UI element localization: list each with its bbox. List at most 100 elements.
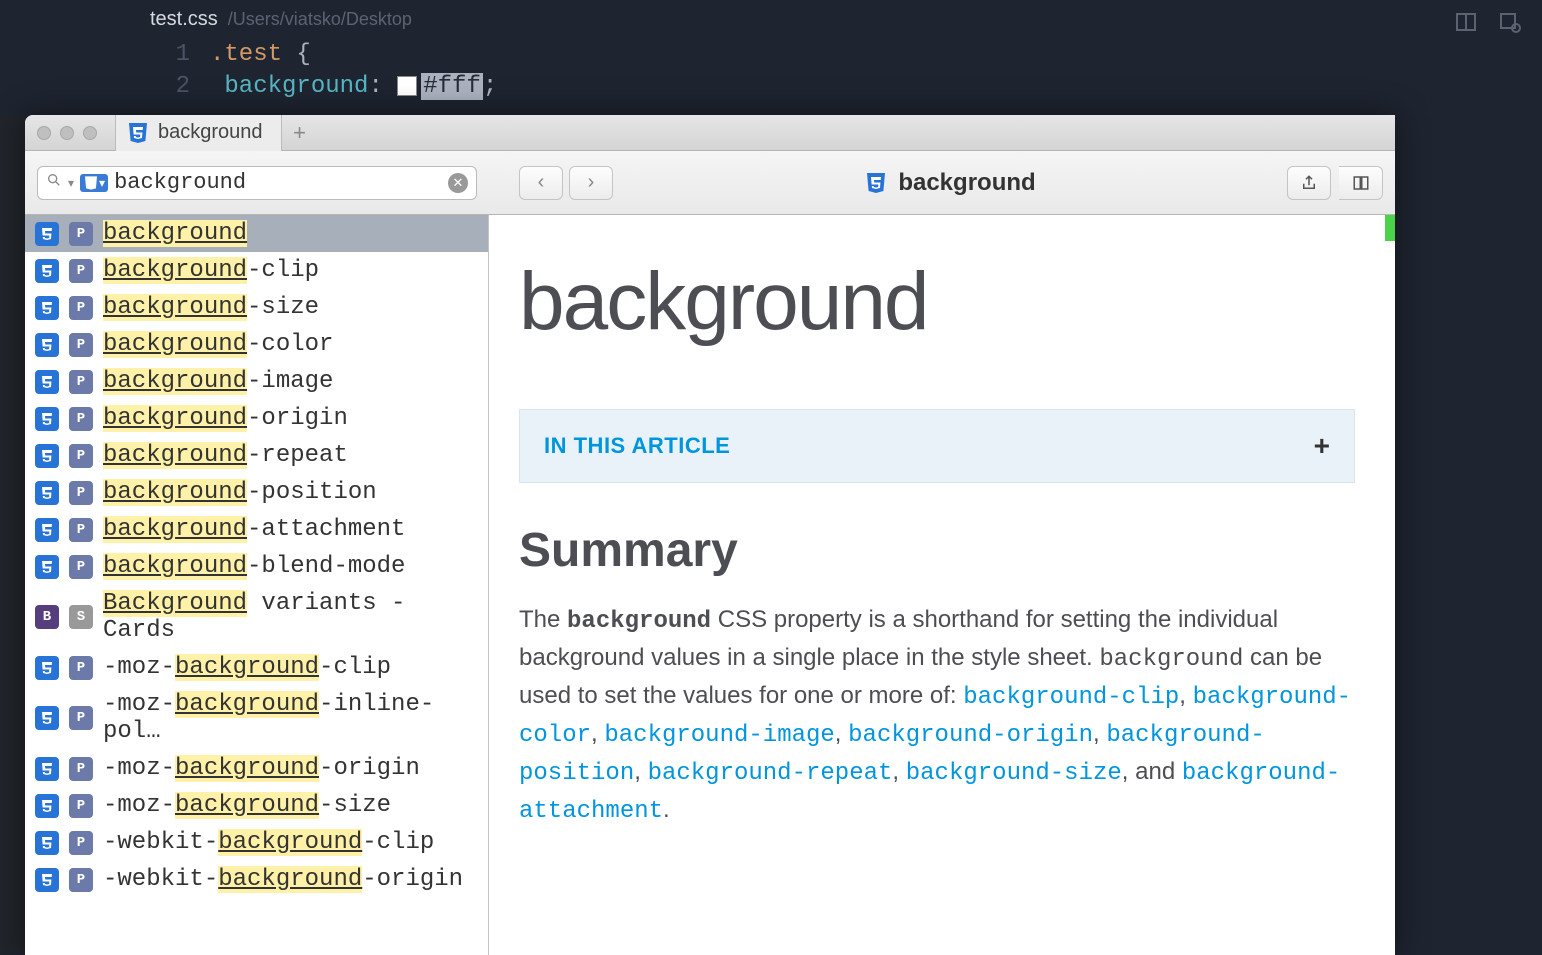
property-icon: P: [69, 407, 93, 431]
result-label: -moz-background-size: [103, 792, 391, 819]
code-line: 2 background: #fff;: [150, 71, 1542, 103]
result-item[interactable]: P-webkit-background-clip: [25, 824, 488, 861]
result-label: Background variants - Cards: [103, 590, 478, 644]
doc-content-pane[interactable]: background IN THIS ARTICLE + Summary The…: [489, 215, 1395, 955]
color-value-selected[interactable]: #fff: [421, 73, 483, 100]
summary-heading: Summary: [519, 523, 1355, 578]
css-icon: [35, 831, 59, 855]
bookmarks-button[interactable]: [1339, 166, 1383, 200]
property-icon: P: [69, 794, 93, 818]
line-number: 2: [150, 71, 190, 103]
property-icon: P: [69, 706, 93, 730]
add-tab-button[interactable]: +: [282, 120, 318, 146]
editor-action-icons: [1454, 10, 1522, 39]
nav-back-button[interactable]: ‹: [519, 166, 563, 200]
doc-link[interactable]: background-origin: [848, 722, 1093, 749]
property-icon: P: [69, 444, 93, 468]
result-item[interactable]: Pbackground-size: [25, 289, 488, 326]
clear-search-button[interactable]: ✕: [448, 173, 468, 193]
result-item[interactable]: Pbackground-clip: [25, 252, 488, 289]
css-icon: [864, 171, 888, 195]
css-icon: [35, 333, 59, 357]
result-item[interactable]: Pbackground-position: [25, 474, 488, 511]
property-icon: P: [69, 222, 93, 246]
doc-link[interactable]: background-image: [604, 722, 834, 749]
editor-filepath: /Users/viatsko/Desktop: [228, 9, 412, 30]
color-swatch-icon: [397, 76, 417, 96]
minimize-window-button[interactable]: [60, 126, 74, 140]
nav-forward-button[interactable]: ›: [569, 166, 613, 200]
result-label: background-blend-mode: [103, 553, 405, 580]
toc-expander[interactable]: IN THIS ARTICLE +: [519, 409, 1355, 483]
result-label: -moz-background-inline-pol…: [103, 691, 478, 745]
result-item[interactable]: Pbackground-color: [25, 326, 488, 363]
property-icon: P: [69, 757, 93, 781]
scroll-marker: [1385, 215, 1395, 241]
result-item[interactable]: Pbackground-attachment: [25, 511, 488, 548]
plus-icon: +: [1314, 430, 1330, 462]
css-icon: [35, 706, 59, 730]
result-label: -webkit-background-origin: [103, 866, 463, 893]
css-icon: [35, 868, 59, 892]
doc-tab[interactable]: background: [115, 115, 282, 151]
traffic-lights: [37, 126, 97, 140]
search-filter-badge[interactable]: ▾: [80, 174, 108, 192]
result-item[interactable]: P-moz-background-clip: [25, 649, 488, 686]
editor-tab[interactable]: test.css /Users/viatsko/Desktop: [0, 0, 1542, 39]
result-label: -moz-background-origin: [103, 755, 420, 782]
share-button[interactable]: [1287, 166, 1331, 200]
search-icon: [46, 172, 62, 193]
editor-filename: test.css: [150, 8, 218, 31]
result-item[interactable]: Pbackground-origin: [25, 400, 488, 437]
editor-sidebar-sliver: [0, 0, 25, 952]
css-icon: [35, 481, 59, 505]
result-item[interactable]: Pbackground-image: [25, 363, 488, 400]
css-icon: [35, 757, 59, 781]
result-label: background-origin: [103, 405, 348, 432]
result-item[interactable]: Pbackground-repeat: [25, 437, 488, 474]
css-icon: [35, 222, 59, 246]
css-icon: [35, 370, 59, 394]
result-label: background: [103, 220, 247, 247]
code-editor-area: test.css /Users/viatsko/Desktop 1.test {…: [0, 0, 1542, 115]
property-icon: P: [69, 518, 93, 542]
property-icon: P: [69, 868, 93, 892]
result-item[interactable]: P -moz-background-size: [25, 787, 488, 824]
search-input[interactable]: [114, 170, 442, 195]
css-icon: [35, 259, 59, 283]
close-window-button[interactable]: [37, 126, 51, 140]
preview-icon[interactable]: [1498, 10, 1522, 39]
doc-link[interactable]: background-size: [906, 760, 1122, 787]
css-icon: [35, 555, 59, 579]
css-icon: [35, 296, 59, 320]
result-item[interactable]: Pbackground: [25, 215, 488, 252]
chevron-down-icon[interactable]: ▾: [68, 176, 74, 190]
result-item[interactable]: P -moz-background-origin: [25, 750, 488, 787]
maximize-window-button[interactable]: [83, 126, 97, 140]
property-icon: P: [69, 333, 93, 357]
property-icon: P: [69, 481, 93, 505]
result-label: background-repeat: [103, 442, 348, 469]
doc-link[interactable]: background-repeat: [648, 760, 893, 787]
result-label: background-position: [103, 479, 377, 506]
result-item[interactable]: Pbackground-blend-mode: [25, 548, 488, 585]
doc-link[interactable]: background-clip: [963, 684, 1179, 711]
bootstrap-icon: B: [35, 605, 59, 629]
result-item[interactable]: P -webkit-background-origin: [25, 861, 488, 898]
doc-toolbar: ▾ ▾ ✕ ‹ › background: [25, 151, 1395, 215]
result-item[interactable]: P -moz-background-inline-pol…: [25, 686, 488, 750]
search-results-list: PbackgroundPbackground-clipPbackground-s…: [25, 215, 489, 955]
editor-code-block[interactable]: 1.test { 2 background: #fff;: [0, 39, 1542, 104]
line-number: 1: [150, 39, 190, 71]
property-icon: P: [69, 555, 93, 579]
split-editor-icon[interactable]: [1454, 10, 1478, 39]
result-label: background-attachment: [103, 516, 405, 543]
result-item[interactable]: BSBackground variants - Cards: [25, 585, 488, 649]
toc-title: IN THIS ARTICLE: [544, 433, 730, 459]
property-icon: P: [69, 656, 93, 680]
search-box[interactable]: ▾ ▾ ✕: [37, 166, 477, 200]
page-title: background: [519, 255, 1355, 349]
window-titlebar: background +: [25, 115, 1395, 151]
toolbar-title: background: [627, 169, 1273, 197]
property-icon: P: [69, 259, 93, 283]
